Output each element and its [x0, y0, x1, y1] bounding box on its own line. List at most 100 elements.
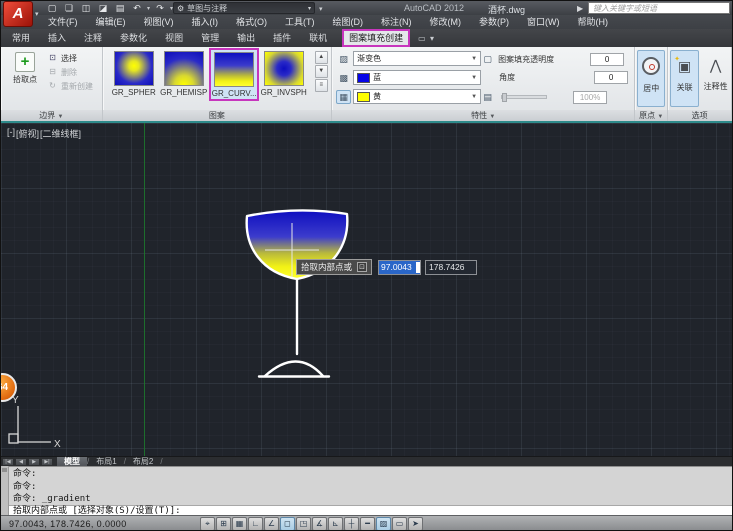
search-arrow-icon[interactable]: ▶: [577, 4, 583, 13]
tab-insert[interactable]: 插入: [42, 30, 72, 47]
tab-layout1[interactable]: 布局1: [89, 457, 123, 467]
remove-button[interactable]: ⊟ 删除: [47, 65, 101, 79]
3d-object-snap-button[interactable]: ◳: [296, 517, 311, 530]
command-history[interactable]: 命令: 命令: 命令: _gradient: [1, 466, 732, 505]
first-tab-icon[interactable]: |◀: [2, 457, 14, 466]
new-icon[interactable]: ▢: [45, 2, 59, 14]
infer-constraints-button[interactable]: ⌖: [200, 517, 215, 530]
save-as-icon[interactable]: ◪: [96, 2, 110, 14]
next-tab-icon[interactable]: ▶: [28, 457, 40, 466]
application-menu-button[interactable]: A: [3, 1, 33, 27]
menu-dimension[interactable]: 标注(N): [372, 15, 421, 29]
polar-tracking-button[interactable]: ∠: [264, 517, 279, 530]
redo-icon[interactable]: ↷: [153, 2, 167, 14]
gradient-swatch-gr-curved-selected[interactable]: GR_CURV...: [208, 48, 259, 101]
angle-value[interactable]: 0: [594, 71, 629, 84]
save-icon[interactable]: ◫: [79, 2, 93, 14]
app-title: AutoCAD 2012: [404, 3, 465, 13]
associative-button[interactable]: ✦ ▣ 关联: [670, 50, 700, 107]
prompt-options-icon[interactable]: ⊡: [357, 262, 368, 272]
tab-plugins[interactable]: 插件: [267, 30, 297, 47]
menu-help[interactable]: 帮助(H): [569, 15, 618, 29]
quick-properties-button[interactable]: ▭: [392, 517, 407, 530]
tab-layout2[interactable]: 布局2: [126, 457, 160, 467]
command-window-grip[interactable]: [1, 466, 9, 515]
ortho-mode-button[interactable]: ∟: [248, 517, 263, 530]
ribbon-minimize-icon[interactable]: ▭ ▾: [418, 31, 435, 47]
dynamic-input-y-field[interactable]: 178.7426: [425, 259, 478, 275]
snap-mode-button[interactable]: ⊞: [216, 517, 231, 530]
gr-curved-preview: [213, 52, 254, 87]
workspace-switcher[interactable]: ⚙ 草图与注释 ▾: [173, 2, 315, 14]
tab-parametric[interactable]: 参数化: [114, 30, 153, 47]
hatch-transparency-value[interactable]: 0: [590, 52, 625, 66]
qat-customize-icon[interactable]: ▾: [319, 5, 323, 13]
undo-icon[interactable]: ↶: [130, 2, 144, 14]
menu-insert[interactable]: 插入(I): [183, 15, 228, 29]
coordinate-readout[interactable]: 97.0043, 178.7426, 0.0000: [9, 519, 127, 529]
tab-online[interactable]: 联机: [303, 30, 333, 47]
recreate-button[interactable]: ↻ 重新创建: [47, 79, 101, 93]
menu-parametric[interactable]: 参数(P): [470, 15, 518, 29]
dynamic-input-x-field[interactable]: 97.0043: [378, 259, 422, 275]
hatch-type-combo[interactable]: 渐变色 ▼: [353, 51, 482, 66]
tab-annotate[interactable]: 注释: [78, 30, 108, 47]
menu-file[interactable]: 文件(F): [39, 15, 87, 29]
gallery-scroll-down-icon[interactable]: ▼: [314, 65, 328, 78]
last-tab-icon[interactable]: ▶|: [41, 457, 53, 466]
menu-window[interactable]: 窗口(W): [518, 15, 569, 29]
command-prompt-line[interactable]: 拾取内部点或 [选择对象(S)/设置(T)]:: [9, 505, 732, 516]
chevron-down-icon: ▾: [307, 5, 311, 12]
gallery-expand-icon[interactable]: ≡: [314, 79, 328, 92]
object-snap-button[interactable]: ◻: [280, 517, 295, 530]
menu-view[interactable]: 视图(V): [135, 15, 183, 29]
status-toggle-buttons: ⌖ ⊞ ▦ ∟ ∠ ◻ ◳ ∡ ⊾ ┼ ━ ▨ ▭ ➤: [200, 517, 423, 530]
select-button[interactable]: ⊡ 选择: [47, 51, 101, 65]
tab-view[interactable]: 视图: [159, 30, 189, 47]
panel-footer-properties[interactable]: 特性 ▼: [332, 110, 635, 121]
menu-draw[interactable]: 绘图(D): [324, 15, 373, 29]
pick-points-button[interactable]: + 拾取点: [7, 50, 43, 107]
menu-modify[interactable]: 修改(M): [421, 15, 471, 29]
annotative-button[interactable]: ⋀ 注释性: [701, 50, 730, 107]
gradient-color2-combo[interactable]: 黄 ▼: [353, 89, 482, 104]
panel-footer-boundaries[interactable]: 边界 ▼: [1, 110, 102, 121]
tab-output[interactable]: 输出: [231, 30, 261, 47]
gradient-color1-combo[interactable]: 蓝 ▼: [353, 70, 482, 85]
panel-footer-origin[interactable]: 原点 ▼: [635, 110, 668, 121]
transparency-slider: [501, 93, 548, 102]
gradient-swatch-gr-spher[interactable]: GR_SPHER: [109, 51, 159, 97]
centered-button[interactable]: 居中: [637, 50, 666, 107]
dynamic-ucs-button[interactable]: ⊾: [328, 517, 343, 530]
application-menu-arrow-icon[interactable]: ▾: [35, 10, 39, 18]
selection-cycling-button[interactable]: ➤: [408, 517, 423, 530]
open-icon[interactable]: ❏: [62, 2, 76, 14]
object-snap-tracking-button[interactable]: ∡: [312, 517, 327, 530]
menu-edit[interactable]: 编辑(E): [87, 15, 135, 29]
grid-display-button[interactable]: ▦: [232, 517, 247, 530]
panel-footer-pattern: 图案: [102, 110, 332, 121]
tab-model[interactable]: 模型: [57, 456, 87, 467]
undo-dropdown-icon[interactable]: ▾: [147, 5, 150, 12]
hatch-transparency-icon[interactable]: ▢: [480, 52, 495, 66]
blue-color-chip: [357, 72, 371, 83]
drawing-canvas[interactable]: [-] [俯视] [二维线框] Y X 拾取内部点或 ⊡ 97.0043 178…: [1, 123, 732, 456]
gradient-swatch-gr-hemisp[interactable]: GR_HEMISP: [159, 51, 209, 97]
panel-boundaries: + 拾取点 ⊡ 选择 ⊟ 删除 ↻ 重新创建 边界 ▼: [1, 47, 103, 121]
dynamic-input-button[interactable]: ┼: [344, 517, 359, 530]
remove-icon: ⊟: [49, 67, 56, 76]
transparency-button[interactable]: ▨: [376, 517, 391, 530]
menu-tools[interactable]: 工具(T): [276, 15, 324, 29]
tab-hatch-creation-active[interactable]: 图案填充创建: [342, 29, 411, 47]
prev-tab-icon[interactable]: ◀: [15, 457, 27, 466]
gallery-scroll-up-icon[interactable]: ▲: [314, 51, 328, 64]
gradient-swatch-gr-invsph[interactable]: GR_INVSPH: [259, 51, 309, 97]
lineweight-button[interactable]: ━: [360, 517, 375, 530]
centered-icon: [642, 57, 661, 75]
help-search-input[interactable]: [588, 2, 730, 14]
plot-icon[interactable]: ▤: [113, 2, 127, 14]
wine-glass-drawing: Y X: [8, 209, 349, 450]
menu-format[interactable]: 格式(O): [227, 15, 276, 29]
tab-manage[interactable]: 管理: [195, 30, 225, 47]
tab-home[interactable]: 常用: [6, 30, 36, 47]
